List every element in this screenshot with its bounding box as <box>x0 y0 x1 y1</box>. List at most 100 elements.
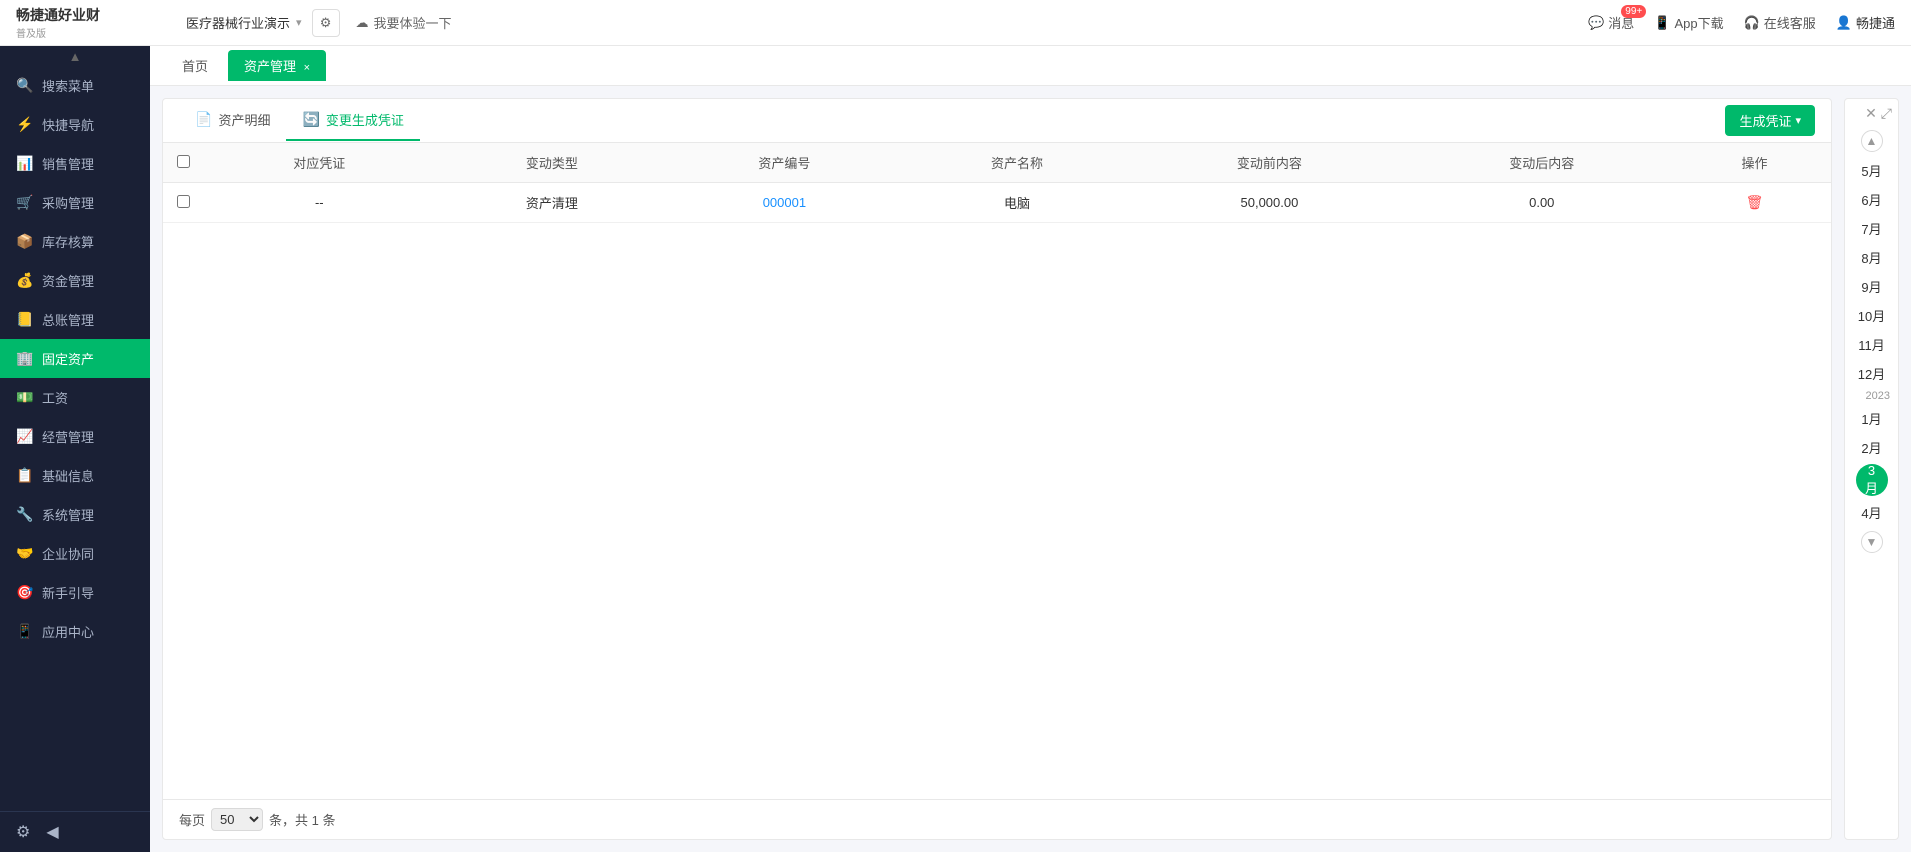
sidebar-item-system[interactable]: 🔧 系统管理 <box>0 495 150 534</box>
sidebar-label-basic: 基础信息 <box>42 466 94 485</box>
sidebar-icon-sales: 📊 <box>16 155 34 172</box>
sidebar-item-inventory[interactable]: 📦库存核算 <box>0 222 150 261</box>
user-name: 畅捷通 <box>1856 13 1895 32</box>
sidebar-collapse-icon[interactable]: ◀ <box>46 822 58 842</box>
calendar-month-10[interactable]: 10月 <box>1845 301 1898 330</box>
calendar-month-7[interactable]: 7月 <box>1845 214 1898 243</box>
calendar-month-4[interactable]: 4月 <box>1845 498 1898 527</box>
sidebar-item-collab[interactable]: 🤝 企业协同 <box>0 534 150 573</box>
user-avatar-icon: 👤 <box>1836 15 1852 31</box>
calendar-month-1[interactable]: 1月 <box>1845 404 1898 433</box>
calendar-scroll-up[interactable]: ▲ <box>1861 130 1883 152</box>
th-checkbox <box>163 143 203 183</box>
generate-voucher-button[interactable]: 生成凭证 ▾ <box>1725 105 1815 136</box>
change-voucher-icon: 🔄 <box>302 111 319 128</box>
sidebar-item-guide[interactable]: 🎯新手引导 <box>0 573 150 612</box>
app-download-item[interactable]: 📱 App下载 <box>1654 13 1723 32</box>
calendar-month-9[interactable]: 9月 <box>1845 272 1898 301</box>
user-item[interactable]: 👤 畅捷通 <box>1836 13 1895 32</box>
sidebar-label-payroll: 工资 <box>42 388 68 407</box>
calendar-month-2[interactable]: 2月 <box>1845 433 1898 462</box>
sidebar-label-appstore: 应用中心 <box>42 622 94 641</box>
tab-bar: 首页 资产管理 × <box>150 46 1911 86</box>
sidebar-item-purchase[interactable]: 🛒采购管理 <box>0 183 150 222</box>
th-voucher: 对应凭证 <box>203 143 436 183</box>
sidebar-item-fixed[interactable]: 🏢固定资产 <box>0 339 150 378</box>
sidebar-icon-search: 🔍 <box>16 77 34 94</box>
main-layout: ▲ 🔍 搜索菜单 ⚡快捷导航📊销售管理🛒采购管理📦库存核算💰资金管理📒总账管理🏢固定… <box>0 46 1911 852</box>
sidebar-label-search: 搜索菜单 <box>42 76 94 95</box>
th-after-change: 变动后内容 <box>1406 143 1678 183</box>
sidebar-icon-inventory: 📦 <box>16 233 34 250</box>
row-before-change: 50,000.00 <box>1133 183 1405 223</box>
assets-table: 对应凭证 变动类型 资产编号 资产名称 变动前内容 变动后内容 操作 <box>163 143 1831 223</box>
feedback-button[interactable]: ☁ 我要体验一下 <box>356 13 452 32</box>
calendar-month-8[interactable]: 8月 <box>1845 243 1898 272</box>
tab-home[interactable]: 首页 <box>166 50 224 81</box>
per-page-select[interactable]: 10 20 50 100 <box>211 808 263 831</box>
row-asset-code[interactable]: 000001 <box>668 183 901 223</box>
sub-tab-bar: 📄 资产明细 🔄 变更生成凭证 生成凭证 ▾ <box>163 99 1831 143</box>
sidebar-item-payroll[interactable]: 💵 工资 <box>0 378 150 417</box>
row-checkbox[interactable] <box>177 195 190 208</box>
panel-close-icon[interactable]: ✕ <box>1865 105 1877 122</box>
sidebar-item-ledger[interactable]: 📒总账管理 <box>0 300 150 339</box>
sidebar-icon-guide: 🎯 <box>16 584 34 601</box>
phone-icon: 📱 <box>1654 15 1670 31</box>
table-header-row: 对应凭证 变动类型 资产编号 资产名称 变动前内容 变动后内容 操作 <box>163 143 1831 183</box>
calendar-month-11[interactable]: 11月 <box>1845 330 1898 359</box>
delete-row-button[interactable]: 🗑 <box>1746 194 1764 211</box>
sidebar-item-appstore[interactable]: 📱 应用中心 <box>0 612 150 651</box>
sidebar-item-finance[interactable]: 💰资金管理 <box>0 261 150 300</box>
detail-icon: 📄 <box>195 111 212 128</box>
calendar-month-6[interactable]: 6月 <box>1845 185 1898 214</box>
th-before-change: 变动前内容 <box>1133 143 1405 183</box>
sub-tab-change-voucher[interactable]: 🔄 变更生成凭证 <box>286 100 419 141</box>
customer-service-item[interactable]: 🎧 在线客服 <box>1744 13 1816 32</box>
sidebar-label-collab: 企业协同 <box>42 544 94 563</box>
messages-item[interactable]: 💬 消息 99+ <box>1588 13 1634 32</box>
sidebar-item-sales[interactable]: 📊销售管理 <box>0 144 150 183</box>
sidebar-icon-payroll: 💵 <box>16 389 34 406</box>
tab-assets[interactable]: 资产管理 × <box>228 50 326 81</box>
sidebar-item-search[interactable]: 🔍 搜索菜单 <box>0 66 150 105</box>
sidebar-item-management[interactable]: 📈经营管理 <box>0 417 150 456</box>
row-asset-name: 电脑 <box>901 183 1134 223</box>
sidebar-icon-management: 📈 <box>16 428 34 445</box>
row-operation: 🗑 <box>1678 183 1831 223</box>
panel-expand-icon[interactable]: ⤢ <box>1881 105 1892 122</box>
calendar-year-2023: 2023 <box>1845 388 1898 404</box>
pagination-bar: 每页 10 20 50 100 条，共 1 条 <box>163 799 1831 839</box>
th-change-type: 变动类型 <box>436 143 669 183</box>
sidebar-scroll-up[interactable]: ▲ <box>0 46 150 66</box>
tab-assets-close[interactable]: × <box>304 62 310 74</box>
sub-tab-detail-label: 资产明细 <box>218 110 270 129</box>
calendar-month-12[interactable]: 12月 <box>1845 359 1898 388</box>
select-all-checkbox[interactable] <box>177 155 190 168</box>
app-download-label: App下载 <box>1674 13 1723 32</box>
calendar-scroll-down[interactable]: ▼ <box>1861 531 1883 553</box>
sidebar-item-quicknav[interactable]: ⚡快捷导航 <box>0 105 150 144</box>
settings-button[interactable]: ⚙ <box>312 9 340 37</box>
table-head: 对应凭证 变动类型 资产编号 资产名称 变动前内容 变动后内容 操作 <box>163 143 1831 183</box>
sub-tab-change-voucher-label: 变更生成凭证 <box>326 110 404 129</box>
sidebar-item-basic[interactable]: 📋基础信息 <box>0 456 150 495</box>
row-voucher: -- <box>203 183 436 223</box>
company-selector[interactable]: 医疗器械行业演示 ▾ <box>186 13 302 32</box>
sidebar-icon-collab: 🤝 <box>16 545 34 562</box>
sidebar-icon-appstore: 📱 <box>16 623 34 640</box>
sub-tabs: 📄 资产明细 🔄 变更生成凭证 <box>179 100 420 141</box>
sidebar-label-system: 系统管理 <box>42 505 94 524</box>
sidebar-icon-system: 🔧 <box>16 506 34 523</box>
calendar-month-5[interactable]: 5月 <box>1845 156 1898 185</box>
company-chevron-icon: ▾ <box>296 16 302 29</box>
calendar-month-3-active[interactable]: 3月 <box>1856 464 1888 496</box>
headset-icon: 🎧 <box>1744 15 1760 31</box>
row-checkbox-cell <box>163 183 203 223</box>
page-content: 📄 资产明细 🔄 变更生成凭证 生成凭证 ▾ <box>150 86 1911 852</box>
feedback-label: 我要体验一下 <box>374 13 452 32</box>
sidebar-settings-icon[interactable]: ⚙ <box>16 822 30 842</box>
sub-tab-detail[interactable]: 📄 资产明细 <box>179 100 286 141</box>
sidebar-label-fixed: 固定资产 <box>42 349 94 368</box>
cloud-icon: ☁ <box>356 15 369 31</box>
